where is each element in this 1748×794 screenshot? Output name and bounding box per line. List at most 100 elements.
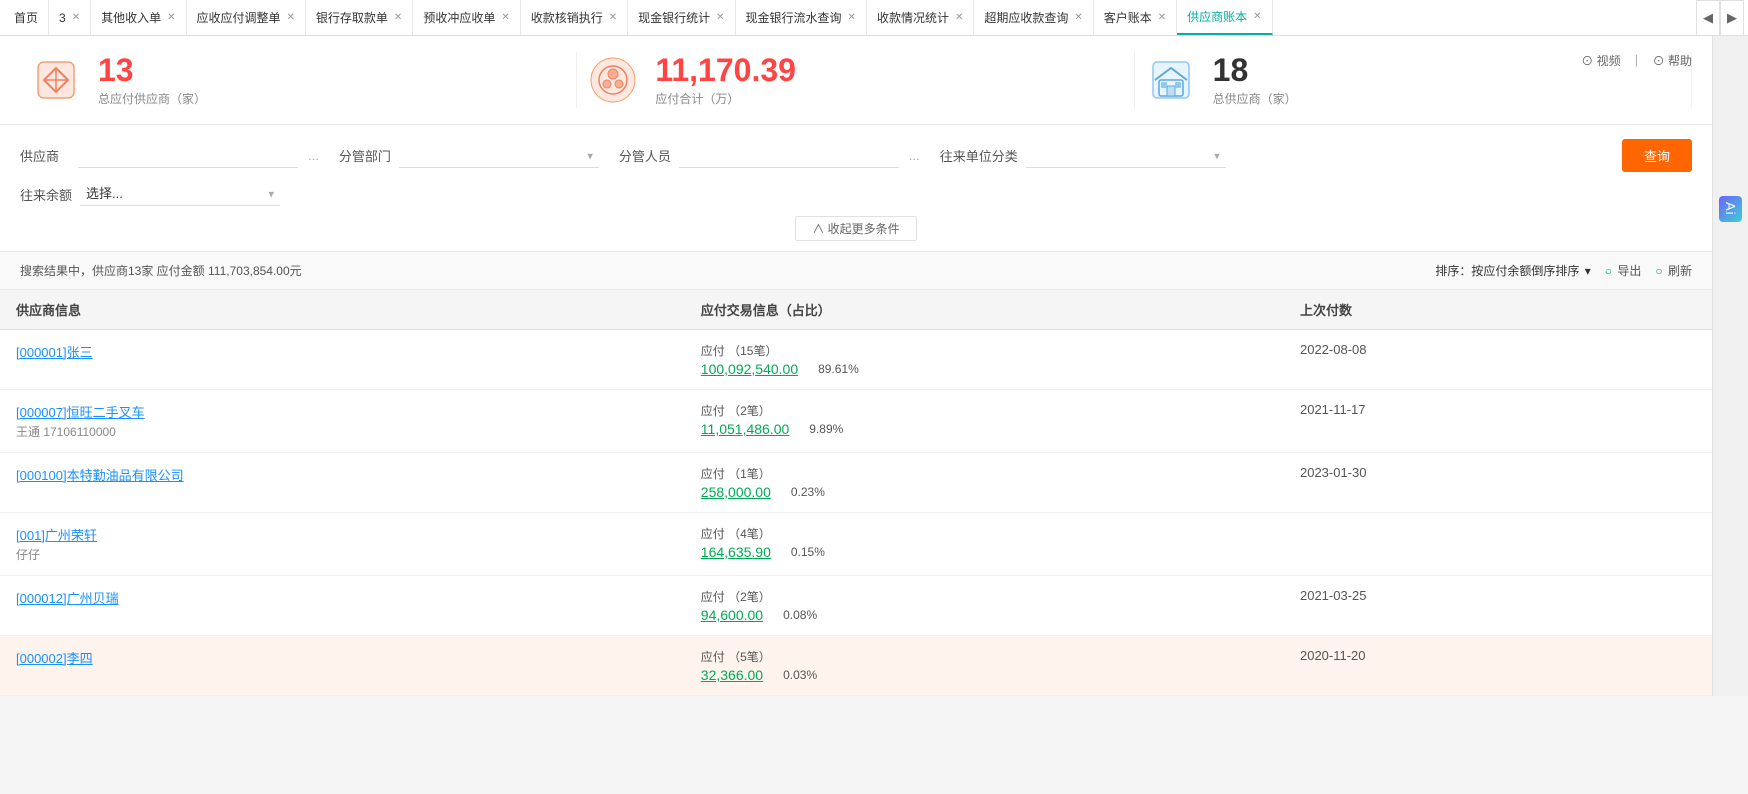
person-label: 分管人员 [619,146,671,165]
stat-text-payable-suppliers: 13 总应付供应商（家） [98,53,206,107]
last-pay-date: 2021-11-17 [1300,402,1366,417]
nav-item-cash-flow-query[interactable]: 现金银行流水查询 ✕ [736,0,867,35]
supplier-input[interactable] [78,144,298,168]
nav-item-overdue-query[interactable]: 超期应收款查询 ✕ [974,0,1093,35]
refresh-btn[interactable]: ○ 刷新 [1655,262,1692,279]
percent-val: 89.61% [818,362,859,376]
amount-link[interactable]: 258,000.00 [701,484,771,500]
table-row: [000012]广州贝瑞应付 （2笔） 94,600.00 0.08% 2021… [0,576,1712,636]
diamond-icon [28,52,84,108]
table-row: [000007]恒旺二手叉车王通 17106110000应付 （2笔） 11,0… [0,390,1712,453]
close-tab3[interactable]: ✕ [72,12,80,23]
dept-select[interactable] [399,144,599,168]
help-divider: ｜ [1631,52,1643,69]
percent-val: 0.08% [783,608,817,622]
supplier-link[interactable]: [000012]广州贝瑞 [16,591,119,606]
search-button[interactable]: 查询 [1622,139,1692,172]
nav-item-bank-deposit[interactable]: 银行存取款单 ✕ [306,0,413,35]
table-row: [001]广州荣轩仔仔应付 （4笔） 164,635.90 0.15% [0,513,1712,576]
stat-block-payable-suppliers: 13 总应付供应商（家） [20,52,577,108]
dept-select-wrap [399,144,599,168]
results-summary: 搜索结果中，供应商13家 应付金额 111,703,854.00元 [20,262,302,279]
wheat-icon [585,52,641,108]
supplier-dots[interactable]: ... [308,148,319,163]
supplier-link[interactable]: [000100]本特勤油品有限公司 [16,468,184,483]
th-trans-info: 应付交易信息（占比） [685,290,1284,330]
nav-item-prepay-offset[interactable]: 预收冲应收单 ✕ [413,0,520,35]
nav-item-receipt-stat[interactable]: 收款情况统计 ✕ [867,0,974,35]
main-content: 13 总应付供应商（家） 11,170.39 应付合 [0,36,1712,696]
store-icon [1143,52,1199,108]
amount-link[interactable]: 100,092,540.00 [701,361,798,377]
supplier-info-cell: [000012]广州贝瑞 [0,576,685,636]
help-links: ⊙ 视频 ｜ ⊙ 帮助 [1581,52,1692,69]
filter-row-2: 往来余额 选择... [20,182,1692,206]
stat-label-total-suppliers: 总供应商（家） [1213,90,1297,107]
stat-number-total-suppliers: 18 [1213,53,1297,88]
trans-info-cell: 应付 （5笔） 32,366.00 0.03% [685,636,1284,696]
balance-select[interactable]: 选择... [80,182,280,206]
results-header: 搜索结果中，供应商13家 应付金额 111,703,854.00元 排序：按应付… [0,252,1712,290]
person-dots[interactable]: ... [909,148,920,163]
percent-val: 0.15% [791,545,825,559]
last-pay-cell: 2022-08-08 [1284,330,1712,390]
last-pay-cell: 2023-01-30 [1284,453,1712,513]
export-btn[interactable]: ○ 导出 [1605,262,1642,279]
stat-number-payable-total: 11,170.39 [655,53,796,88]
collapse-button[interactable]: ∧ 收起更多条件 [795,216,916,241]
supplier-link[interactable]: [001]广州荣轩 [16,528,97,543]
nav-item-customer-ledger[interactable]: 客户账本 ✕ [1094,0,1177,35]
close-receipt-verify[interactable]: ✕ [609,12,617,23]
nav-item-other-income[interactable]: 其他收入单 ✕ [91,0,186,35]
amount-link[interactable]: 94,600.00 [701,607,763,623]
table-header-row: 供应商信息 应付交易信息（占比） 上次付数 [0,290,1712,330]
stat-text-total-suppliers: 18 总供应商（家） [1213,53,1297,107]
filter-row-1: 供应商 ... 分管部门 分管人员 ... [20,139,1692,172]
supplier-link[interactable]: [000002]李四 [16,651,93,666]
person-input[interactable] [679,144,899,168]
close-cash-flow-query[interactable]: ✕ [848,12,856,23]
close-customer-ledger[interactable]: ✕ [1158,12,1166,23]
nav-item-ar-ap-adjust[interactable]: 应收应付调整单 ✕ [187,0,306,35]
close-cash-bank-stat[interactable]: ✕ [716,12,724,23]
collapse-bar: ∧ 收起更多条件 [20,216,1692,241]
ai-button[interactable]: Ai [1719,196,1742,222]
last-pay-date: 2022-08-08 [1300,342,1367,357]
nav-item-receipt-verify[interactable]: 收款核销执行 ✕ [521,0,628,35]
nav-item-cash-bank-stat[interactable]: 现金银行统计 ✕ [628,0,735,35]
close-receipt-stat[interactable]: ✕ [955,12,963,23]
nav-arrows: ◀ ▶ [1696,0,1744,36]
th-last-pay: 上次付数 [1284,290,1712,330]
nav-item-supplier-ledger[interactable]: 供应商账本 ✕ [1177,0,1272,35]
percent-val: 9.89% [809,422,843,436]
close-other-income[interactable]: ✕ [167,12,175,23]
category-select[interactable] [1026,144,1226,168]
supplier-sub: 仔仔 [16,546,669,563]
table-row: [000002]李四应付 （5笔） 32,366.00 0.03% 2020-1… [0,636,1712,696]
sort-chevron-icon[interactable]: ▾ [1585,264,1591,278]
video-link[interactable]: ⊙ 视频 [1581,52,1620,69]
th-supplier-info: 供应商信息 [0,290,685,330]
supplier-link[interactable]: [000001]张三 [16,345,93,360]
nav-bar: 首页 3 ✕ 其他收入单 ✕ 应收应付调整单 ✕ 银行存取款单 ✕ 预收冲应收单… [0,0,1748,36]
close-supplier-ledger[interactable]: ✕ [1253,11,1261,22]
close-overdue-query[interactable]: ✕ [1074,12,1082,23]
amount-link[interactable]: 32,366.00 [701,667,763,683]
category-select-wrap [1026,144,1226,168]
amount-link[interactable]: 164,635.90 [701,544,771,560]
close-ar-ap-adjust[interactable]: ✕ [287,12,295,23]
nav-prev[interactable]: ◀ [1696,0,1720,36]
amount-link[interactable]: 11,051,486.00 [701,421,790,437]
percent-val: 0.23% [791,485,825,499]
nav-item-tab3[interactable]: 3 ✕ [49,0,91,35]
stats-bar: 13 总应付供应商（家） 11,170.39 应付合 [0,36,1712,125]
filter-person: 分管人员 ... [619,144,920,168]
filter-area: 供应商 ... 分管部门 分管人员 ... [0,125,1712,252]
help-link[interactable]: ⊙ 帮助 [1653,52,1692,69]
nav-item-home[interactable]: 首页 [4,0,49,35]
refresh-icon: ○ [1655,264,1662,278]
close-prepay-offset[interactable]: ✕ [501,12,509,23]
close-bank-deposit[interactable]: ✕ [394,12,402,23]
nav-next[interactable]: ▶ [1720,0,1744,36]
supplier-link[interactable]: [000007]恒旺二手叉车 [16,405,145,420]
